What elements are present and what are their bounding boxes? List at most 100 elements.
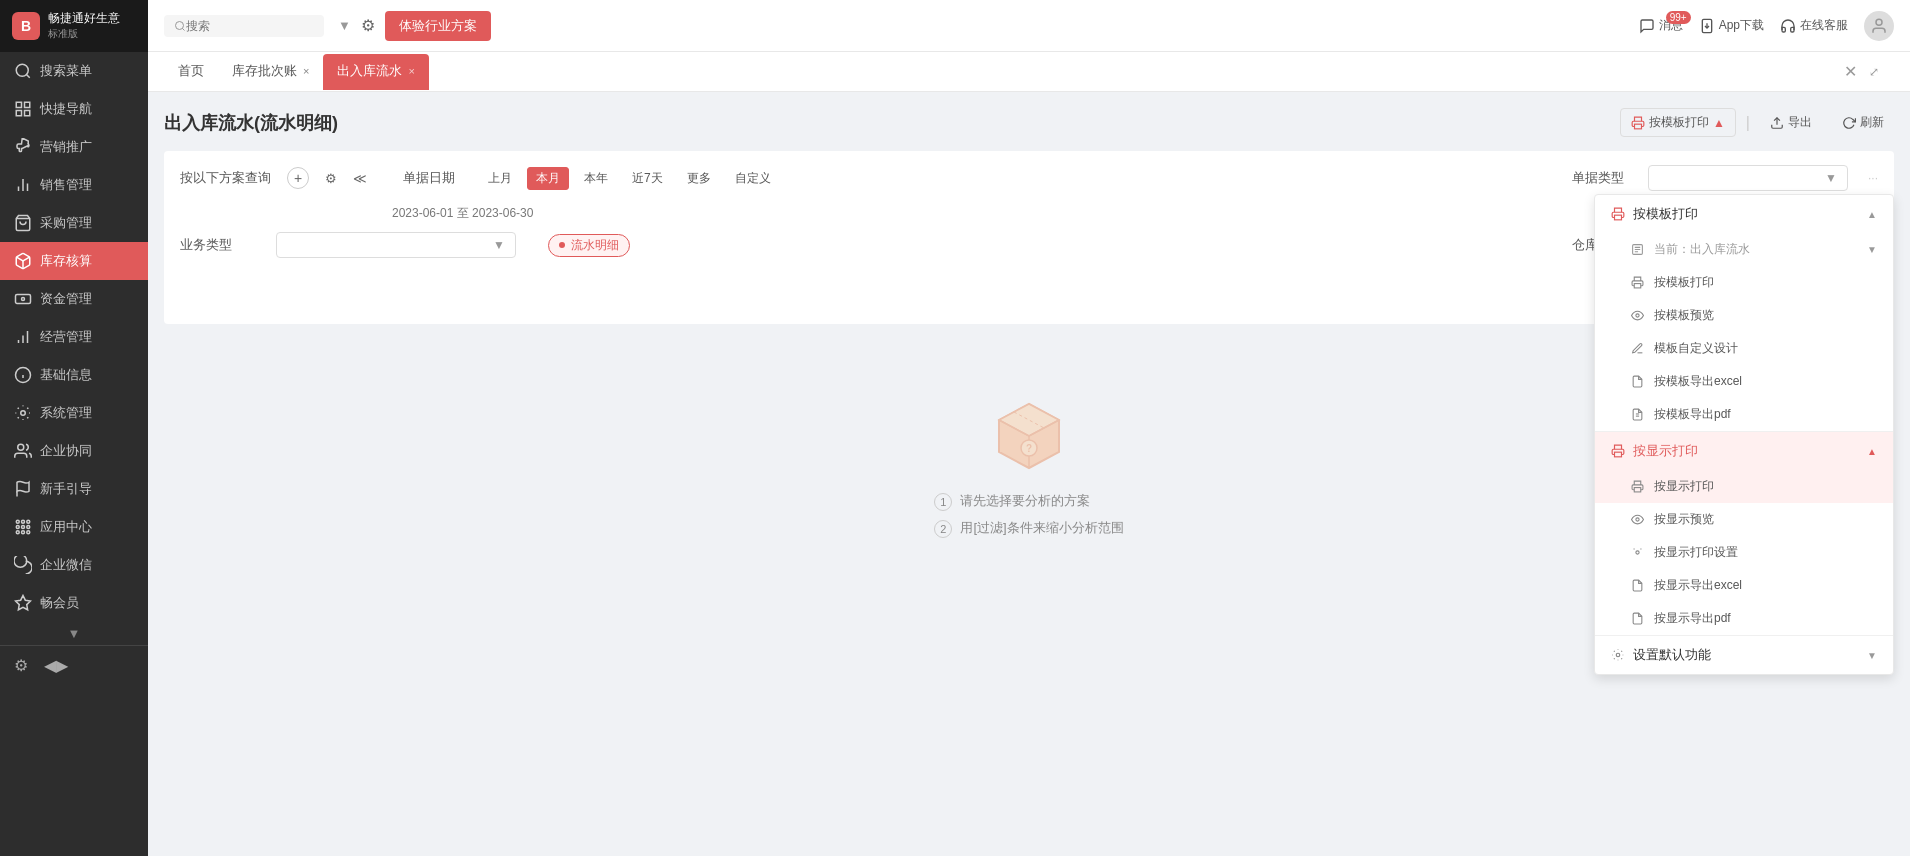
template-preview-item[interactable]: 按模板预览 bbox=[1595, 299, 1893, 332]
doc-type-select[interactable]: ▼ bbox=[1648, 165, 1848, 191]
user-avatar[interactable] bbox=[1864, 11, 1894, 41]
topbar-gear-icon[interactable]: ⚙ bbox=[361, 16, 375, 35]
separator: | bbox=[1746, 114, 1750, 132]
sidebar-item-sales[interactable]: 销售管理 bbox=[0, 166, 148, 204]
tab-batch-account[interactable]: 库存批次账 × bbox=[218, 54, 323, 90]
search-input[interactable] bbox=[186, 19, 286, 33]
display-preview-item[interactable]: 按显示预览 bbox=[1595, 503, 1893, 536]
template-customize-label: 模板自定义设计 bbox=[1654, 340, 1738, 357]
sidebar-bottom: ⚙ ◀▶ bbox=[0, 645, 148, 685]
sidebar-item-app-center[interactable]: 应用中心 bbox=[0, 508, 148, 546]
template-print-header[interactable]: 按模板打印 ▲ bbox=[1595, 195, 1893, 233]
template-export-excel-label: 按模板导出excel bbox=[1654, 373, 1742, 390]
display-print-header-label: 按显示打印 bbox=[1633, 442, 1698, 460]
svg-text:?: ? bbox=[1026, 443, 1032, 454]
template-export-pdf-item[interactable]: 按模板导出pdf bbox=[1595, 398, 1893, 431]
apps-icon bbox=[14, 518, 32, 536]
svg-point-48 bbox=[1636, 518, 1639, 521]
svg-line-1 bbox=[26, 74, 29, 77]
sidebar-item-wechat[interactable]: 企业微信 bbox=[0, 546, 148, 584]
business-type-select[interactable]: ▼ bbox=[276, 232, 516, 258]
date-btn-current-month[interactable]: 本月 bbox=[527, 167, 569, 190]
topbar-search[interactable] bbox=[164, 15, 324, 37]
template-export-excel-item[interactable]: 按模板导出excel bbox=[1595, 365, 1893, 398]
sidebar-item-finance[interactable]: 资金管理 bbox=[0, 280, 148, 318]
sidebar-item-collab[interactable]: 企业协同 bbox=[0, 432, 148, 470]
messages-btn[interactable]: 消息 99+ bbox=[1639, 17, 1683, 34]
users-icon bbox=[14, 442, 32, 460]
filter-collapse-icon[interactable]: ≪ bbox=[353, 171, 367, 186]
expand-window-icon[interactable]: ⤢ bbox=[1866, 64, 1882, 80]
date-btn-last-month[interactable]: 上月 bbox=[479, 167, 521, 190]
empty-illustration: ? bbox=[989, 396, 1069, 476]
display-print-header[interactable]: 按显示打印 ▲ bbox=[1595, 432, 1893, 470]
date-btn-custom[interactable]: 自定义 bbox=[726, 167, 780, 190]
close-window-icon[interactable]: ✕ bbox=[1842, 64, 1858, 80]
step1-text: 请先选择要分析的方案 bbox=[960, 492, 1090, 510]
sidebar-item-system[interactable]: 系统管理 bbox=[0, 394, 148, 432]
svg-point-23 bbox=[22, 520, 25, 523]
display-print-item[interactable]: 按显示打印 bbox=[1595, 470, 1893, 503]
scroll-down-arrow[interactable]: ▼ bbox=[68, 626, 81, 641]
sidebar-item-search[interactable]: 搜索菜单 bbox=[0, 52, 148, 90]
doc-type-more[interactable]: ··· bbox=[1868, 171, 1878, 185]
sidebar-item-label: 新手引导 bbox=[40, 480, 92, 498]
customize-icon bbox=[1631, 342, 1644, 355]
svg-point-27 bbox=[27, 526, 30, 529]
svg-point-12 bbox=[22, 298, 25, 301]
sidebar-item-basic[interactable]: 基础信息 bbox=[0, 356, 148, 394]
display-export-excel-item[interactable]: 按显示导出excel bbox=[1595, 569, 1893, 602]
app-download-btn[interactable]: App下载 bbox=[1699, 17, 1764, 34]
template-print-item[interactable]: 按模板打印 bbox=[1595, 266, 1893, 299]
tab-batch-account-close[interactable]: × bbox=[303, 65, 309, 77]
refresh-btn[interactable]: 刷新 bbox=[1832, 109, 1894, 136]
sidebar-item-marketing[interactable]: 营销推广 bbox=[0, 128, 148, 166]
svg-point-0 bbox=[16, 64, 28, 76]
svg-point-30 bbox=[27, 531, 30, 534]
sidebar-item-member[interactable]: 畅会员 bbox=[0, 584, 148, 622]
online-service-btn[interactable]: 在线客服 bbox=[1780, 17, 1848, 34]
default-settings-section: 设置默认功能 ▼ bbox=[1595, 636, 1893, 674]
industry-btn[interactable]: 体验行业方案 bbox=[385, 11, 491, 41]
display-export-pdf-item[interactable]: 按显示导出pdf bbox=[1595, 602, 1893, 635]
print-sub-icon bbox=[1631, 276, 1644, 289]
sidebar-item-label: 系统管理 bbox=[40, 404, 92, 422]
template-print-item-label: 按模板打印 bbox=[1654, 274, 1714, 291]
chart-icon bbox=[14, 176, 32, 194]
template-customize-item[interactable]: 模板自定义设计 bbox=[1595, 332, 1893, 365]
tabbar: 首页 库存批次账 × 出入库流水 × ✕ ⤢ bbox=[148, 52, 1910, 92]
business-type-chevron: ▼ bbox=[493, 238, 505, 252]
tab-home-label: 首页 bbox=[178, 62, 204, 80]
sidebar-item-operations[interactable]: 经营管理 bbox=[0, 318, 148, 356]
tab-flow[interactable]: 出入库流水 × bbox=[323, 54, 428, 90]
svg-rect-4 bbox=[16, 111, 21, 116]
display-print-settings-item[interactable]: 按显示打印设置 bbox=[1595, 536, 1893, 569]
search-chevron-icon[interactable]: ▼ bbox=[338, 18, 351, 33]
print-btn[interactable]: 按模板打印 ▲ bbox=[1620, 108, 1736, 137]
date-btn-current-year[interactable]: 本年 bbox=[575, 167, 617, 190]
tab-home[interactable]: 首页 bbox=[164, 54, 218, 90]
export-btn[interactable]: 导出 bbox=[1760, 109, 1822, 136]
default-settings-header[interactable]: 设置默认功能 ▼ bbox=[1595, 636, 1893, 674]
date-btn-more[interactable]: 更多 bbox=[678, 167, 720, 190]
display-settings-icon bbox=[1631, 546, 1644, 559]
tab-flow-close[interactable]: × bbox=[408, 65, 414, 77]
filter-settings-icon[interactable]: ⚙ bbox=[325, 171, 337, 186]
sidebar-item-guide[interactable]: 新手引导 bbox=[0, 470, 148, 508]
current-template-item[interactable]: 当前：出入库流水 ▼ bbox=[1595, 233, 1893, 266]
collapse-sidebar-icon[interactable]: ◀▶ bbox=[44, 656, 68, 675]
sidebar-item-quick-nav[interactable]: 快捷导航 bbox=[0, 90, 148, 128]
display-print-icon bbox=[1631, 480, 1644, 493]
sidebar-item-label: 销售管理 bbox=[40, 176, 92, 194]
date-btn-last-7[interactable]: 近7天 bbox=[623, 167, 672, 190]
window-controls: ✕ ⤢ bbox=[1830, 64, 1894, 80]
filter-add-btn[interactable]: + bbox=[287, 167, 309, 189]
settings-bottom-icon[interactable]: ⚙ bbox=[14, 656, 28, 675]
sidebar-item-label: 营销推广 bbox=[40, 138, 92, 156]
sidebar-item-inventory[interactable]: 库存核算 bbox=[0, 242, 148, 280]
display-preview-label: 按显示预览 bbox=[1654, 511, 1714, 528]
svg-rect-2 bbox=[16, 102, 21, 107]
display-print-label: 按显示打印 bbox=[1654, 478, 1714, 495]
sidebar-item-purchase[interactable]: 采购管理 bbox=[0, 204, 148, 242]
grid-icon bbox=[14, 100, 32, 118]
